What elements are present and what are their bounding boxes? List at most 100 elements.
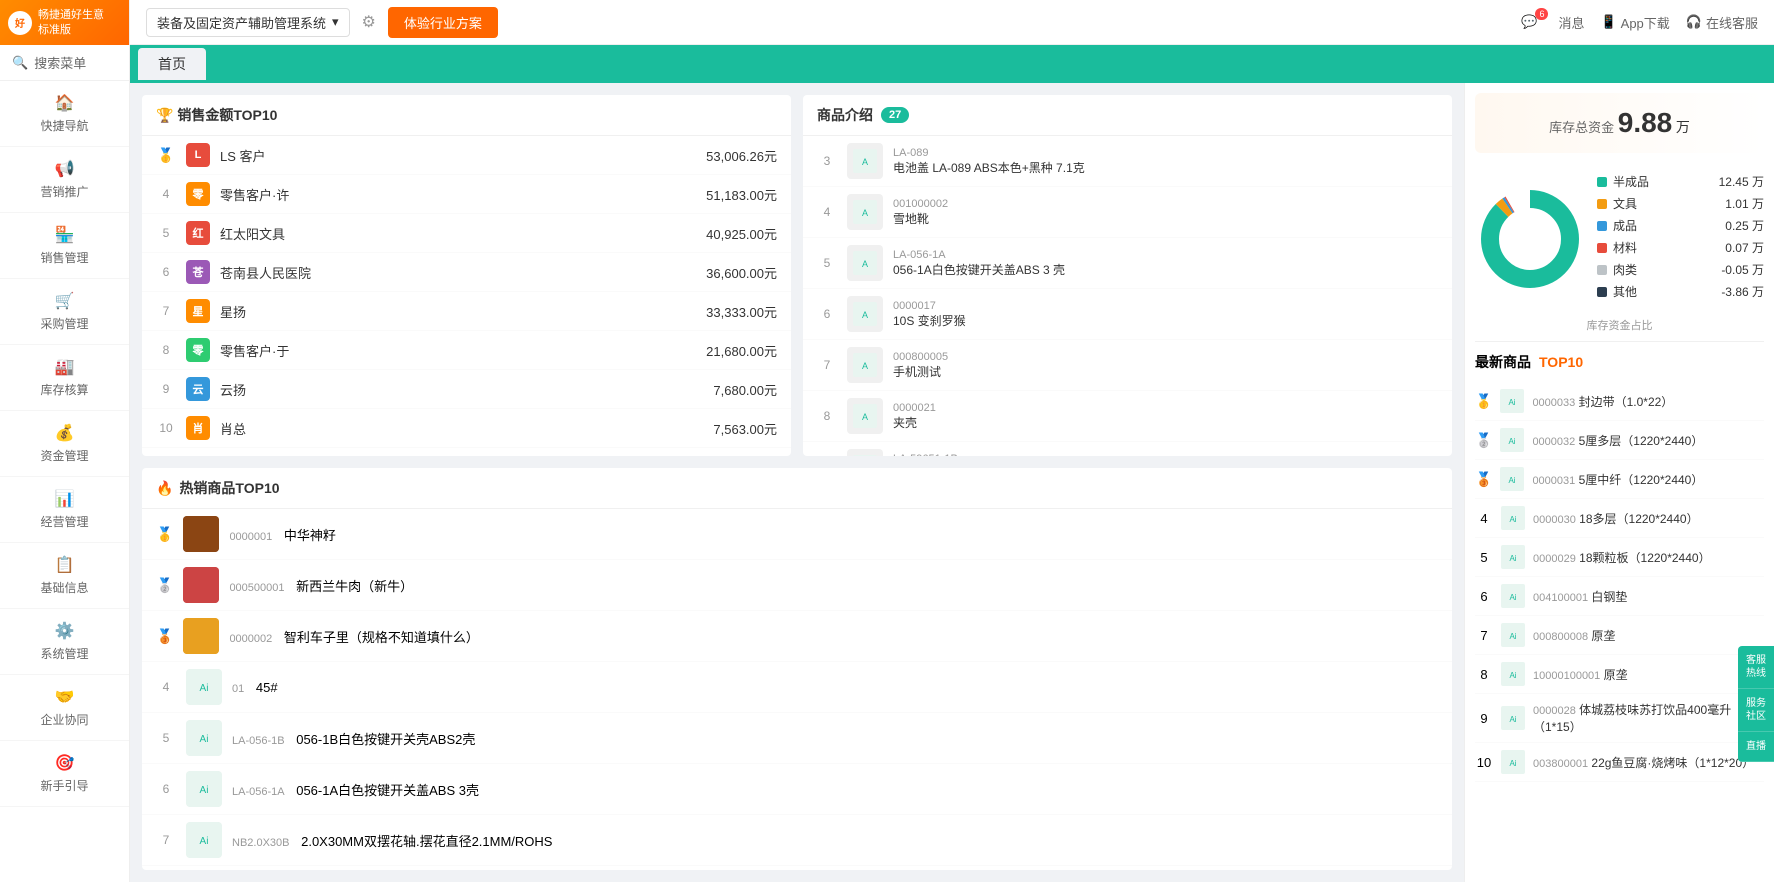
newest-products-header: 最新商品 TOP10 [1475, 341, 1764, 382]
rank-number: 10 [156, 421, 176, 435]
sidebar-item-quick-nav[interactable]: 🏠 快捷导航 [0, 81, 129, 147]
product-name: 封边带（1.0*22） [1579, 395, 1674, 409]
nav-label-purchase: 采购管理 [40, 315, 88, 332]
avatar: 红 [186, 221, 210, 245]
fire-icon: 🔥 [156, 480, 173, 497]
customer-amount: 53,006.26元 [706, 146, 777, 165]
product-image: Ai [186, 720, 222, 756]
trial-button[interactable]: 体验行业方案 [388, 7, 498, 38]
search-menu-item[interactable]: 🔍 搜索菜单 [0, 45, 129, 81]
product-info: 0000031 5厘中纤（1220*2440） [1532, 471, 1764, 488]
legend-label: 材料 [1613, 239, 1719, 256]
svg-text:A: A [862, 361, 868, 371]
product-code: LA-089 [893, 147, 1438, 159]
product-name: 中华神籽 [284, 528, 336, 543]
system-selector[interactable]: 装备及固定资产辅助管理系统 ▾ [146, 8, 350, 37]
sidebar-item-guide[interactable]: 🎯 新手引导 [0, 741, 129, 807]
rank-medal: 🥇 [156, 526, 173, 543]
top-row: 🏆 销售金额TOP10 🥇 L LS 客户 53,006.26元 4 [142, 95, 1452, 456]
top-bar: 装备及固定资产辅助管理系统 ▾ ⚙ 体验行业方案 💬 6 消息 📱 App下载 … [130, 0, 1774, 45]
online-service-item[interactable]: 🎧 在线客服 [1686, 13, 1758, 32]
sidebar-item-system[interactable]: ⚙️ 系统管理 [0, 609, 129, 675]
top-right-actions: 💬 6 消息 📱 App下载 🎧 在线客服 [1521, 13, 1758, 32]
legend-dot [1597, 177, 1607, 187]
sold-products-title: 商品介绍 [817, 105, 873, 125]
legend-item-finished: 成品 0.25 万 [1597, 217, 1764, 234]
product-info: 10000100001 原垄 [1533, 666, 1764, 683]
app-download-item[interactable]: 📱 App下载 [1600, 13, 1669, 32]
float-btn-community[interactable]: 服务社区 [1738, 689, 1774, 732]
product-name: 10S 变刹罗猴 [893, 312, 1438, 329]
product-code: 0000033 [1532, 397, 1575, 409]
float-btn-live[interactable]: 直播 [1738, 732, 1774, 762]
list-item: 8 Ai 10000100001 原垄 [1475, 655, 1764, 694]
list-item: 🥇 0000001 中华神籽 [142, 509, 1452, 560]
nav-icon-guide: 🎯 [55, 753, 75, 773]
customer-amount: 36,600.00元 [706, 263, 777, 282]
legend-value: 12.45 万 [1719, 173, 1764, 190]
sidebar-item-purchase[interactable]: 🛒 采购管理 [0, 279, 129, 345]
list-item: 🥇 Ai 0000033 封边带（1.0*22） [1475, 382, 1764, 421]
list-item: 8 A 0000021 夹壳 [803, 391, 1452, 442]
product-name: 5厘中纤（1220*2440） [1579, 473, 1704, 487]
inventory-amount: 9.88 [1618, 107, 1673, 138]
product-info: 0000033 封边带（1.0*22） [1532, 393, 1764, 410]
legend-value: -3.86 万 [1721, 283, 1764, 300]
product-image: A [847, 143, 883, 179]
avatar: 云 [186, 377, 210, 401]
legend-value: 1.01 万 [1725, 195, 1764, 212]
product-name: 白钢垫 [1591, 590, 1627, 604]
customer-amount: 7,680.00元 [713, 380, 777, 399]
product-image: Ai [1500, 428, 1524, 452]
settings-icon[interactable]: ⚙ [362, 12, 376, 32]
product-name: 5厘多层（1220*2440） [1579, 434, 1704, 448]
sidebar-item-basics[interactable]: 📋 基础信息 [0, 543, 129, 609]
legend-dot [1597, 199, 1607, 209]
customer-amount: 33,333.00元 [706, 302, 777, 321]
sidebar-item-sales[interactable]: 🏪 销售管理 [0, 213, 129, 279]
nav-icon-operations: 📊 [55, 489, 75, 509]
float-btn-service[interactable]: 客服热线 [1738, 646, 1774, 689]
table-row: 7 星 星扬 33,333.00元 [142, 292, 791, 331]
sidebar-item-inventory[interactable]: 🏭 库存核算 [0, 345, 129, 411]
customer-ranking-header: 🏆 销售金额TOP10 [142, 95, 791, 136]
product-code: 003800001 [1533, 758, 1588, 770]
legend-item-material: 材料 0.07 万 [1597, 239, 1764, 256]
product-name: 056-1B白色按键开关壳ABS2壳 [296, 732, 475, 747]
newest-products-list: 🥇 Ai 0000033 封边带（1.0*22） 🥈 Ai 0000032 5厘… [1475, 382, 1764, 782]
sidebar-item-finance[interactable]: 💰 资金管理 [0, 411, 129, 477]
hot-products-card: 🔥 热销商品TOP10 🥇 0000001 中华神籽 [142, 468, 1452, 870]
table-row: 8 零 零售客户·于 21,680.00元 [142, 331, 791, 370]
product-image: Ai [186, 669, 222, 705]
message-label: 消息 [1558, 13, 1584, 32]
product-name: 056-1A白色按键开关盖ABS 3壳 [296, 783, 479, 798]
product-name: 手机测试 [893, 363, 1438, 380]
svg-text:Ai: Ai [1509, 671, 1516, 680]
table-row: 4 零 零售客户·许 51,183.00元 [142, 175, 791, 214]
headset-icon: 🎧 [1686, 14, 1702, 30]
newest-title: 最新商品 [1475, 352, 1531, 372]
system-name: 装备及固定资产辅助管理系统 [157, 13, 326, 32]
legend-label: 肉类 [1613, 261, 1715, 278]
rank-number: 8 [817, 409, 837, 423]
message-item[interactable]: 💬 6 消息 [1521, 13, 1584, 32]
sidebar-item-collab[interactable]: 🤝 企业协同 [0, 675, 129, 741]
customer-name: LS 客户 [220, 146, 696, 165]
sidebar-item-operations[interactable]: 📊 经营管理 [0, 477, 129, 543]
svg-text:Ai: Ai [1509, 515, 1516, 524]
sidebar-item-marketing[interactable]: 📢 营销推广 [0, 147, 129, 213]
rank-medal-1: 🥇 [1475, 393, 1492, 410]
search-icon: 🔍 [12, 55, 28, 71]
legend-item-meat: 肉类 -0.05 万 [1597, 261, 1764, 278]
rank-medal: 🥈 [156, 577, 173, 594]
rank-number: 4 [156, 680, 176, 694]
nav-label-basics: 基础信息 [40, 579, 88, 596]
product-info: 001000002 雪地靴 [893, 198, 1438, 227]
nav-label-collab: 企业协同 [40, 711, 88, 728]
tab-home[interactable]: 首页 [138, 48, 206, 80]
legend-label: 成品 [1613, 217, 1719, 234]
rank-medal-1: 🥇 [156, 147, 176, 164]
avatar: 零 [186, 182, 210, 206]
product-code: 000500001 [229, 582, 284, 594]
logo-icon: 好 [8, 11, 32, 35]
